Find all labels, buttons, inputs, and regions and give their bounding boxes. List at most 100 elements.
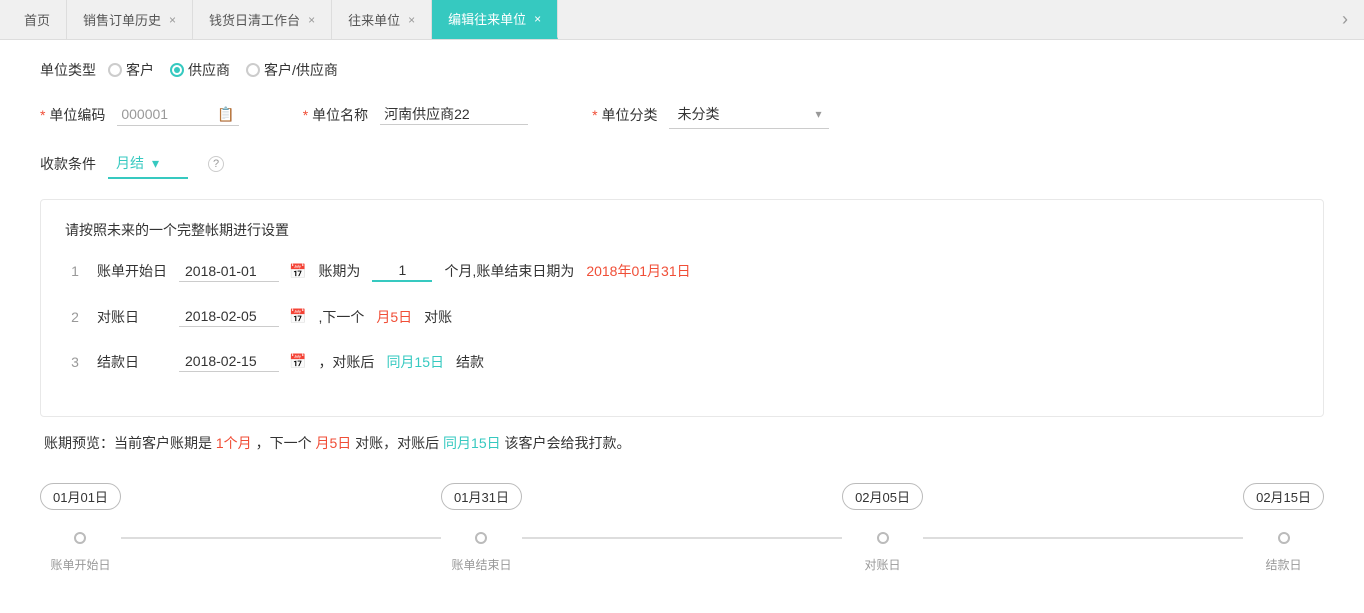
panel-description: 请按照未来的一个完整帐期进行设置 <box>65 220 1299 240</box>
code-icon[interactable]: 📋 <box>217 106 234 123</box>
tab-bar: 首页 销售订单历史 × 钱货日清工作台 × 往来单位 × 编辑往来单位 × › <box>0 0 1364 40</box>
radio-supplier-label: 供应商 <box>188 60 230 80</box>
radio-both-label: 客户/供应商 <box>264 60 338 80</box>
tab-partner-unit-close[interactable]: × <box>408 13 415 27</box>
radio-supplier[interactable]: 供应商 <box>170 60 230 80</box>
row-1-suffix-before: 账期为 <box>318 261 360 281</box>
timeline-node-4: 02月15日 结款日 <box>1243 483 1324 573</box>
timeline-dot-2 <box>475 532 487 544</box>
timeline-label-1: 账单开始日 <box>50 556 110 573</box>
tab-home-label: 首页 <box>24 10 50 29</box>
help-icon[interactable]: ? <box>208 156 224 172</box>
timeline-date-2: 01月31日 <box>441 483 522 510</box>
name-input[interactable] <box>384 106 524 122</box>
setting-row-3: 3 结款日 2018-02-15 📅 ，对账后 同月15日 结款 <box>65 351 1299 372</box>
radio-supplier-dot <box>174 67 180 73</box>
row-1-date-group: 2018-01-01 📅 <box>179 261 306 282</box>
name-label: 单位名称 <box>303 105 368 125</box>
tab-edit-partner-close[interactable]: × <box>534 12 541 26</box>
row-2-num: 2 <box>65 309 85 325</box>
timeline-node-3: 02月05日 对账日 <box>842 483 923 573</box>
timeline-dot-3 <box>877 532 889 544</box>
main-content: 单位类型 客户 供应商 客户/供应商 单位编码 📋 单位名称 <box>0 40 1364 613</box>
radio-customer-circle <box>108 63 122 77</box>
tab-edit-partner-label: 编辑往来单位 <box>448 9 526 28</box>
preview-item2: 月5日 <box>315 435 351 451</box>
row-3-date: 2018-02-15 <box>179 351 279 372</box>
payment-select[interactable]: 月结 ▾ <box>108 149 188 179</box>
row-2-date-group: 2018-02-05 📅 <box>179 306 306 327</box>
timeline-segment-1: 01月01日 账单开始日 <box>40 483 441 573</box>
tab-cash-work[interactable]: 钱货日清工作台 × <box>193 0 332 39</box>
radio-customer[interactable]: 客户 <box>108 60 154 80</box>
setting-row-1: 1 账单开始日 2018-01-01 📅 账期为 个月,账单结束日期为 2018… <box>65 260 1299 282</box>
name-input-group <box>380 104 528 125</box>
tab-sales-history-label: 销售订单历史 <box>83 10 161 29</box>
payment-row: 收款条件 月结 ▾ ? <box>40 149 1324 179</box>
tab-partner-unit[interactable]: 往来单位 × <box>332 0 432 39</box>
code-input[interactable] <box>121 106 211 122</box>
row-2-suffix-after: 对账 <box>424 307 452 327</box>
row-1-date: 2018-01-01 <box>179 261 279 282</box>
row-2-highlight: 月5日 <box>376 307 412 327</box>
code-input-group: 📋 <box>117 104 238 126</box>
category-select[interactable]: 未分类 ▾ <box>669 100 829 129</box>
row-3-highlight: 同月15日 <box>386 352 444 372</box>
row-2-suffix-before: ,下一个 <box>318 307 364 327</box>
timeline-segment-3: 02月05日 对账日 <box>842 483 1243 573</box>
preview-item3: 同月15日 <box>443 435 501 451</box>
timeline-line-1 <box>121 537 441 539</box>
radio-supplier-circle <box>170 63 184 77</box>
row-3-date-group: 2018-02-15 📅 <box>179 351 306 372</box>
timeline: 01月01日 账单开始日 01月31日 账单结束日 02月05日 <box>40 473 1324 593</box>
row-2-label: 对账日 <box>97 307 167 327</box>
setting-row-2: 2 对账日 2018-02-05 📅 ,下一个 月5日 对账 <box>65 306 1299 327</box>
timeline-line-2 <box>522 537 842 539</box>
timeline-dot-1 <box>74 532 86 544</box>
payment-value: 月结 <box>116 153 144 173</box>
row-3-suffix-after: 结款 <box>456 352 484 372</box>
preview-item1: 1个月 <box>216 435 252 451</box>
preview-row: 账期预览：当前客户账期是 1个月 ，下一个 月5日 对账，对账后 同月15日 该… <box>40 433 1324 453</box>
timeline-date-4: 02月15日 <box>1243 483 1324 510</box>
tab-sales-history[interactable]: 销售订单历史 × <box>67 0 193 39</box>
unit-type-radio-group: 客户 供应商 客户/供应商 <box>108 60 338 80</box>
code-name-category-row: 单位编码 📋 单位名称 单位分类 未分类 ▾ <box>40 100 1324 129</box>
preview-mid1: ，下一个 <box>256 435 312 451</box>
row-3-suffix-before: ，对账后 <box>318 352 374 372</box>
category-value: 未分类 <box>677 104 807 124</box>
tab-cash-work-label: 钱货日清工作台 <box>209 10 300 29</box>
row-1-cal-icon[interactable]: 📅 <box>289 263 306 280</box>
timeline-line-3 <box>923 537 1243 539</box>
timeline-segment-2: 01月31日 账单结束日 <box>441 483 842 573</box>
tab-home[interactable]: 首页 <box>8 0 67 39</box>
tab-cash-work-close[interactable]: × <box>308 13 315 27</box>
radio-both[interactable]: 客户/供应商 <box>246 60 338 80</box>
timeline-nodes: 01月01日 账单开始日 01月31日 账单结束日 02月05日 <box>40 483 1324 573</box>
preview-mid2: 对账，对账后 <box>355 435 439 451</box>
timeline-node-1: 01月01日 账单开始日 <box>40 483 121 573</box>
timeline-label-4: 结款日 <box>1266 556 1302 573</box>
row-1-suffix-after: 个月,账单结束日期为 <box>444 261 574 281</box>
timeline-date-3: 02月05日 <box>842 483 923 510</box>
row-1-highlight: 2018年01月31日 <box>586 261 690 281</box>
timeline-node-2: 01月31日 账单结束日 <box>441 483 522 573</box>
preview-prefix: 账期预览：当前客户账期是 <box>44 435 212 451</box>
timeline-segment-4: 02月15日 结款日 <box>1243 483 1324 573</box>
payment-arrow-icon: ▾ <box>152 155 159 172</box>
category-label: 单位分类 <box>592 105 657 125</box>
row-2-date: 2018-02-05 <box>179 306 279 327</box>
row-2-cal-icon[interactable]: 📅 <box>289 308 306 325</box>
tab-expand-button[interactable]: › <box>1334 9 1356 30</box>
timeline-dot-4 <box>1278 532 1290 544</box>
month-input[interactable] <box>372 260 432 282</box>
row-3-cal-icon[interactable]: 📅 <box>289 353 306 370</box>
timeline-label-2: 账单结束日 <box>451 556 511 573</box>
tab-edit-partner[interactable]: 编辑往来单位 × <box>432 0 558 39</box>
payment-label: 收款条件 <box>40 154 96 174</box>
row-1-num: 1 <box>65 263 85 279</box>
unit-type-row: 单位类型 客户 供应商 客户/供应商 <box>40 60 1324 80</box>
tab-sales-history-close[interactable]: × <box>169 13 176 27</box>
code-label: 单位编码 <box>40 105 105 125</box>
timeline-label-3: 对账日 <box>865 556 901 573</box>
